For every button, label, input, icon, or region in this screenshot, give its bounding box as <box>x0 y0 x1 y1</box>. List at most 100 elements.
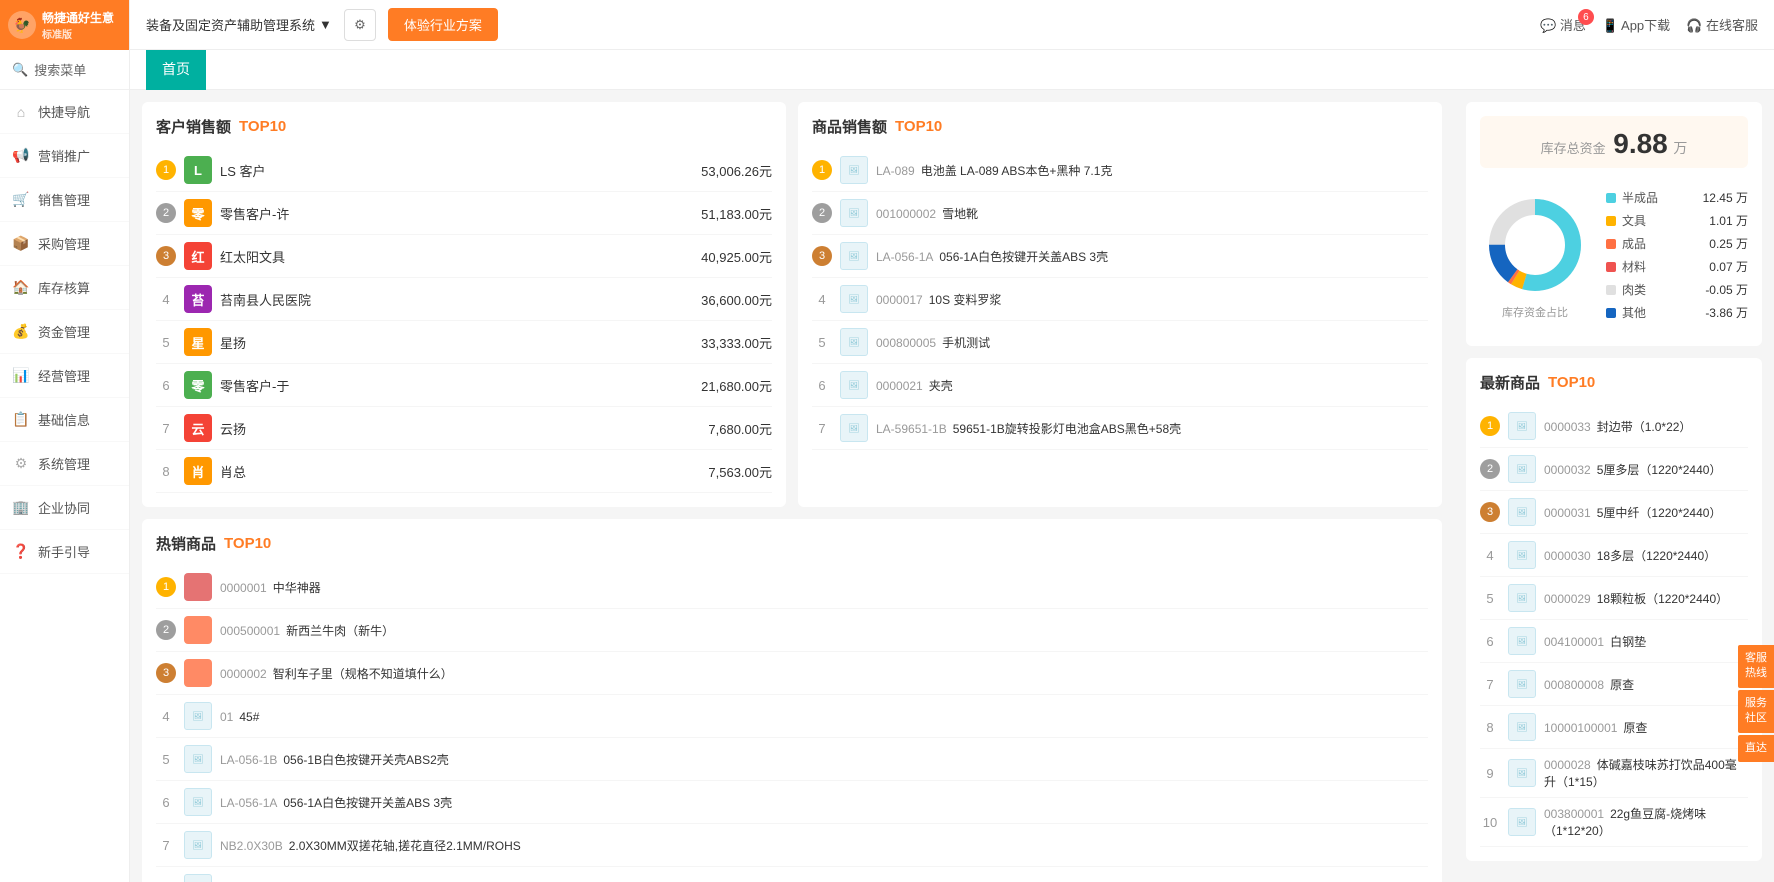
page-nav: 首页 <box>130 50 1774 90</box>
nav-tab-home[interactable]: 首页 <box>146 50 206 90</box>
sidebar-item-sales[interactable]: 🛒 销售管理 <box>0 178 129 222</box>
inventory-value: 9.88 <box>1613 128 1668 159</box>
product-thumb: 🖼 <box>1508 627 1536 655</box>
legend-label-text: 材料 <box>1622 258 1646 275</box>
latest-product-item: 3🖼00000315厘中纤（1220*2440） <box>1480 491 1748 534</box>
product-rank-list: 1🖼LA-089电池盖 LA-089 ABS本色+黑种 7.1克2🖼001000… <box>812 149 1428 450</box>
system-title-dropdown[interactable]: 装备及固定资产辅助管理系统 ▼ <box>146 15 332 34</box>
settings-button[interactable]: ⚙ <box>344 9 376 41</box>
legend-item: 其他-3.86 万 <box>1606 301 1748 324</box>
customer-rank-item: 2零零售客户-许51,183.00元 <box>156 192 772 235</box>
product-name: 封边带（1.0*22） <box>1597 420 1692 434</box>
legend-item: 半成品12.45 万 <box>1606 186 1748 209</box>
finance-icon: 💰 <box>12 323 30 341</box>
product-rank-title: 商品销售额 TOP10 <box>812 116 1428 137</box>
product-name: 10S 变料罗浆 <box>929 293 1002 307</box>
legend-dot <box>1606 285 1616 295</box>
product-rank-item: 2🖼001000002雪地靴 <box>812 192 1428 235</box>
sidebar-item-quick-nav[interactable]: ⌂ 快捷导航 <box>0 90 129 134</box>
hot-product-item: 8🖼000001112070519-xs <box>156 867 1428 882</box>
latest-products-card: 最新商品 TOP10 1🖼0000033封边带（1.0*22）2🖼0000032… <box>1466 358 1762 861</box>
service-community-btn[interactable]: 服务社区 <box>1738 690 1774 733</box>
latest-products-list: 1🖼0000033封边带（1.0*22）2🖼00000325厘多层（1220*2… <box>1480 405 1748 847</box>
notification-btn[interactable]: 💬 消息 6 <box>1540 15 1586 34</box>
logo-icon: 🐓 <box>8 11 36 39</box>
legend-item: 文具1.01 万 <box>1606 209 1748 232</box>
sidebar-item-label: 企业协同 <box>38 498 90 517</box>
sidebar-item-enterprise[interactable]: 🏢 企业协同 <box>0 486 129 530</box>
sidebar-item-operations[interactable]: 📊 经营管理 <box>0 354 129 398</box>
sidebar-item-marketing[interactable]: 📢 营销推广 <box>0 134 129 178</box>
product-name: 056-1B白色按键开关壳ABS2壳 <box>283 753 448 767</box>
sidebar-search[interactable]: 🔍 搜索菜单 <box>0 50 129 90</box>
customer-rank-item: 5星星扬33,333.00元 <box>156 321 772 364</box>
product-rank-badge: TOP10 <box>895 118 942 135</box>
product-name: 5厘中纤（1220*2440） <box>1597 506 1722 520</box>
product-code: 003800001 <box>1544 807 1604 821</box>
left-panel: 客户销售额 TOP10 1LLS 客户53,006.26元2零零售客户-许51,… <box>130 90 1454 882</box>
customer-value: 40,925.00元 <box>701 247 772 266</box>
legend-dot <box>1606 216 1616 226</box>
product-code: 000500001 <box>220 624 280 638</box>
right-panel: 库存总资金 9.88 万 <box>1454 90 1774 882</box>
product-name: 2.0X30MM双搓花轴,搓花直径2.1MM/ROHS <box>289 839 521 853</box>
hot-product-item: 5🖼LA-056-1B056-1B白色按键开关壳ABS2壳 <box>156 738 1428 781</box>
product-code: 0000017 <box>876 293 923 307</box>
customer-name: 云扬 <box>220 419 700 438</box>
hot-product-item: 6🖼LA-056-1A056-1A白色按键开关盖ABS 3壳 <box>156 781 1428 824</box>
product-thumb: 🖼 <box>1508 455 1536 483</box>
product-code: 004100001 <box>1544 635 1604 649</box>
product-thumb: 🖼 <box>840 285 868 313</box>
customer-rank-item: 7云云扬7,680.00元 <box>156 407 772 450</box>
customer-value: 7,563.00元 <box>708 462 772 481</box>
product-img-thumb: 🖼 <box>184 831 212 859</box>
legend-item: 材料0.07 万 <box>1606 255 1748 278</box>
customer-service-btn[interactable]: 客服热线 <box>1738 645 1774 688</box>
latest-product-item: 8🖼10000100001原查 <box>1480 706 1748 749</box>
latest-product-item: 2🖼00000325厘多层（1220*2440） <box>1480 448 1748 491</box>
product-img-thumb: 🖼 <box>184 702 212 730</box>
product-name: 45# <box>239 710 259 724</box>
product-name: 中华神器 <box>273 581 321 595</box>
product-img-thumb: 🖼 <box>184 788 212 816</box>
product-code: 0000002 <box>220 667 267 681</box>
direct-visit-btn[interactable]: 直达 <box>1738 735 1774 762</box>
inventory-label: 库存总资金 <box>1541 141 1606 156</box>
sales-icon: 🛒 <box>12 191 30 209</box>
sidebar-item-basic-info[interactable]: 📋 基础信息 <box>0 398 129 442</box>
sidebar-item-label: 营销推广 <box>38 146 90 165</box>
sidebar-item-inventory[interactable]: 🏠 库存核算 <box>0 266 129 310</box>
product-code: 0000030 <box>1544 549 1591 563</box>
sidebar-item-new-guide[interactable]: ❓ 新手引导 <box>0 530 129 574</box>
legend-value: 1.01 万 <box>1709 212 1748 229</box>
latest-product-item: 6🖼004100001白钢垫 <box>1480 620 1748 663</box>
product-code: 000800008 <box>1544 678 1604 692</box>
legend-dot <box>1606 262 1616 272</box>
app-download-btn[interactable]: 📱 App下载 <box>1602 15 1670 34</box>
product-name: 白钢垫 <box>1610 635 1646 649</box>
product-name: 智利车子里（规格不知道填什么） <box>273 667 453 681</box>
gear-icon: ⚙ <box>354 17 366 33</box>
trial-button[interactable]: 体验行业方案 <box>388 8 498 41</box>
sidebar: 🐓 畅捷通好生意 标准版 🔍 搜索菜单 ⌂ 快捷导航 📢 营销推广 🛒 销售管理… <box>0 0 130 882</box>
product-code: LA-59651-1B <box>876 422 947 436</box>
sidebar-item-finance[interactable]: 💰 资金管理 <box>0 310 129 354</box>
product-thumb: 🖼 <box>840 199 868 227</box>
enterprise-icon: 🏢 <box>12 499 30 517</box>
inventory-legend: 半成品12.45 万文具1.01 万成品0.25 万材料0.07 万肉类-0.0… <box>1606 186 1748 324</box>
product-thumb: 🖼 <box>1508 498 1536 526</box>
hot-products-card: 热销商品 TOP10 10000001中华神器2000500001新西兰牛肉（新… <box>142 519 1442 882</box>
product-code: 0000028 <box>1544 758 1591 772</box>
inventory-total: 库存总资金 9.88 万 <box>1480 116 1748 168</box>
latest-product-item: 5🖼000002918颗粒板（1220*2440） <box>1480 577 1748 620</box>
customer-name: 苔南县人民医院 <box>220 290 693 309</box>
customer-avatar: 零 <box>184 371 212 399</box>
float-service: 客服热线 服务社区 直达 <box>1738 645 1774 762</box>
home-tab-label: 首页 <box>162 59 190 79</box>
online-service-btn[interactable]: 🎧 在线客服 <box>1686 15 1758 34</box>
sidebar-item-sys-manage[interactable]: ⚙ 系统管理 <box>0 442 129 486</box>
topbar-right: 💬 消息 6 📱 App下载 🎧 在线客服 <box>1540 15 1758 34</box>
sidebar-item-purchase[interactable]: 📦 采购管理 <box>0 222 129 266</box>
customer-avatar: 红 <box>184 242 212 270</box>
legend-label-text: 半成品 <box>1622 189 1658 206</box>
